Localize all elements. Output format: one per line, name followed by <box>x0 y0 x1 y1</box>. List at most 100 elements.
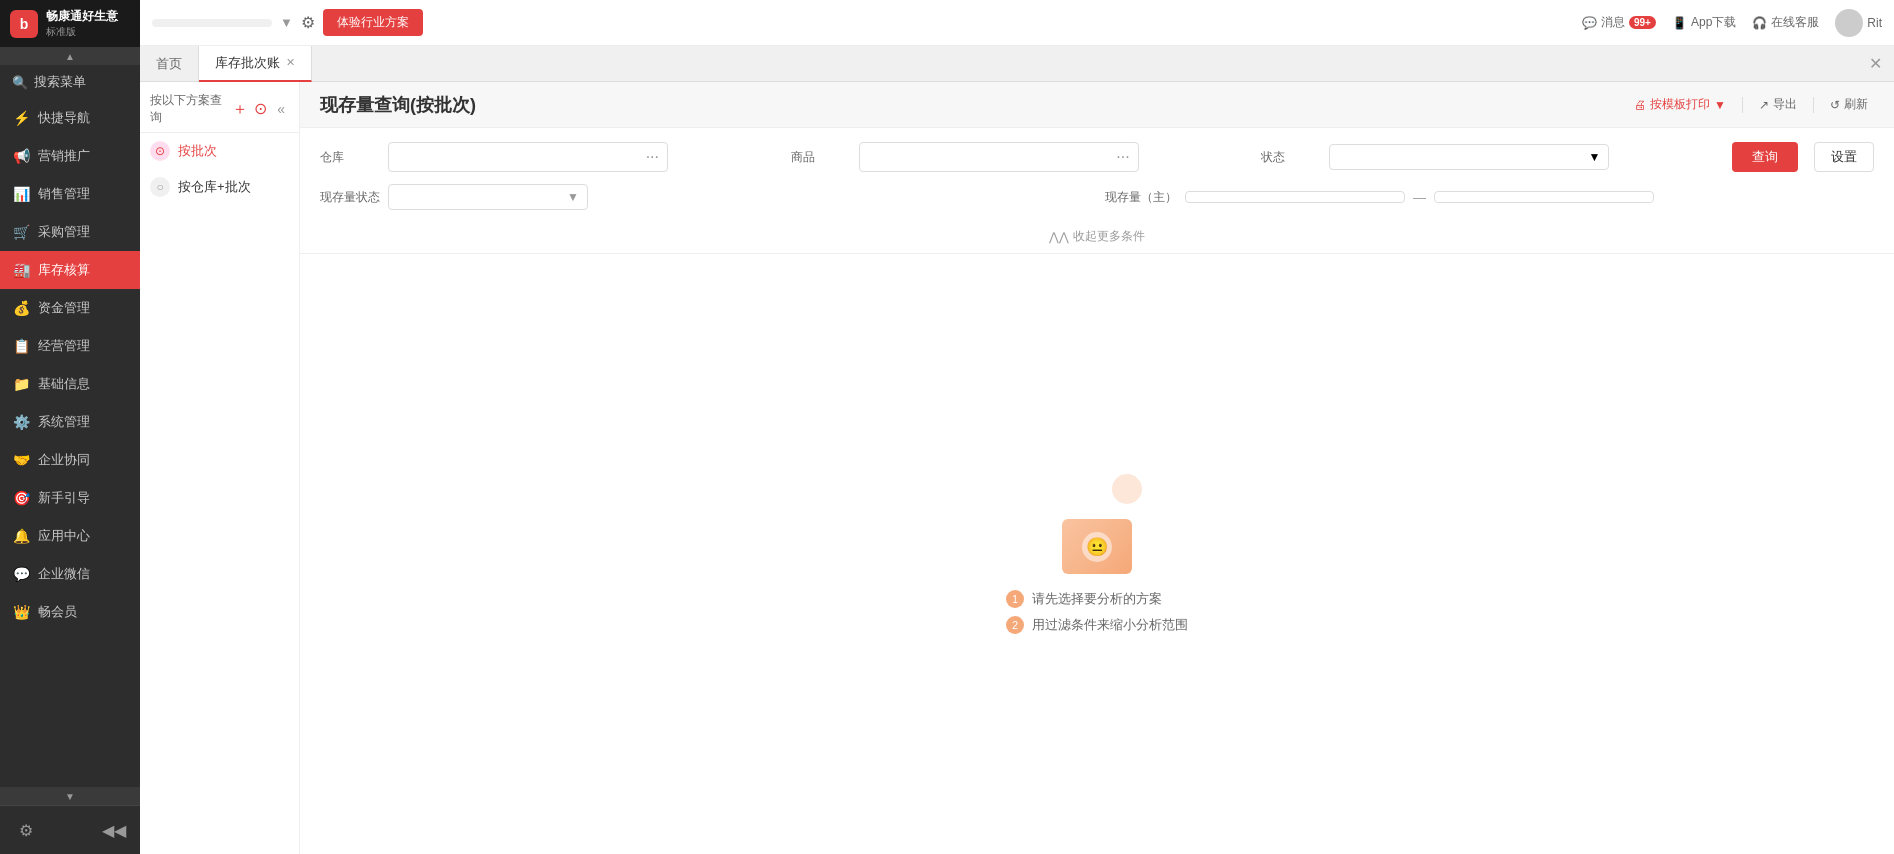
collapse-scheme-button[interactable]: « <box>273 97 289 121</box>
filter-group-product: 商品 ··· <box>791 142 1246 172</box>
sidebar-title-block: 畅康通好生意 标准版 <box>46 8 118 39</box>
sidebar-item-应用中心[interactable]: 🔔 应用中心 <box>0 517 140 555</box>
sidebar-item-资金管理[interactable]: 💰 资金管理 <box>0 289 140 327</box>
nav-icon-11: 🔔 <box>12 527 30 545</box>
empty-box: 😐 <box>1062 519 1132 574</box>
sidebar-item-库存核算[interactable]: 🏭 库存核算 <box>0 251 140 289</box>
nav-icon-10: 🎯 <box>12 489 30 507</box>
search-icon: 🔍 <box>12 75 28 90</box>
collapse-filter-button[interactable]: ⋀⋀ 收起更多条件 <box>320 222 1874 253</box>
warehouse-input[interactable]: ··· <box>388 142 668 172</box>
tab-inventory-batch-label: 库存批次账 <box>215 54 280 72</box>
scheme-item-warehouse-batch[interactable]: ○ 按仓库+批次 <box>140 169 299 205</box>
sidebar-search[interactable]: 🔍 搜索菜单 <box>0 65 140 99</box>
app-download-button[interactable]: 📱 App下载 <box>1672 14 1736 31</box>
print-dropdown-icon[interactable]: ▼ <box>1714 98 1726 112</box>
nav-label-12: 企业微信 <box>38 565 90 583</box>
scheme-header-title: 按以下方案查询 <box>150 92 226 126</box>
print-button[interactable]: 🖨 按模板打印 ▼ <box>1628 92 1732 117</box>
warehouse-more-icon[interactable]: ··· <box>646 148 659 166</box>
topbar-gear-icon[interactable]: ⚙ <box>301 13 315 32</box>
refresh-label: 刷新 <box>1844 96 1868 113</box>
nav-label-6: 经营管理 <box>38 337 90 355</box>
product-more-icon[interactable]: ··· <box>1116 148 1129 166</box>
online-service-label: 在线客服 <box>1771 14 1819 31</box>
sidebar-item-销售管理[interactable]: 📊 销售管理 <box>0 175 140 213</box>
nav-label-8: 系统管理 <box>38 413 90 431</box>
scheme-item-batch[interactable]: ⊙ 按批次 <box>140 133 299 169</box>
messages-label: 消息 <box>1601 14 1625 31</box>
tab-bar: 首页 库存批次账 ✕ ✕ <box>140 46 1894 82</box>
sidebar-item-企业协同[interactable]: 🤝 企业协同 <box>0 441 140 479</box>
sidebar-item-基础信息[interactable]: 📁 基础信息 <box>0 365 140 403</box>
sidebar-item-快捷导航[interactable]: ⚡ 快捷导航 <box>0 99 140 137</box>
scheme-settings-icon[interactable]: ⊙ <box>254 101 267 117</box>
settings-icon[interactable]: ⚙ <box>12 816 40 844</box>
scheme-header: 按以下方案查询 ＋ ⊙ « <box>140 82 299 133</box>
nav-icon-8: ⚙️ <box>12 413 30 431</box>
query-button[interactable]: 查询 <box>1732 142 1798 172</box>
print-icon: 🖨 <box>1634 98 1646 112</box>
product-input[interactable]: ··· <box>859 142 1139 172</box>
qty-dash: — <box>1413 190 1426 205</box>
user-avatar[interactable]: Rit <box>1835 9 1882 37</box>
sidebar-scroll-up[interactable]: ▲ <box>0 47 140 65</box>
content-area: 按以下方案查询 ＋ ⊙ « ⊙ 按批次 ○ 按仓库+批次 现存量查询(按批次) <box>140 82 1894 854</box>
refresh-icon: ↺ <box>1830 98 1840 112</box>
top-search-box[interactable] <box>152 19 272 27</box>
inventory-status-dropdown-icon[interactable]: ▼ <box>567 190 579 204</box>
tab-home-label: 首页 <box>156 55 182 73</box>
inventory-qty-min[interactable] <box>1185 191 1405 203</box>
print-label: 按模板打印 <box>1650 96 1710 113</box>
nav-label-2: 销售管理 <box>38 185 90 203</box>
message-icon: 💬 <box>1582 16 1597 30</box>
status-filter-label: 状态 <box>1261 149 1321 166</box>
sidebar-item-经营管理[interactable]: 📋 经营管理 <box>0 327 140 365</box>
tab-home[interactable]: 首页 <box>140 46 199 82</box>
empty-tips: 1 请先选择要分析的方案 2 用过滤条件来缩小分析范围 <box>1006 590 1188 634</box>
collapse-up-icon: ⋀⋀ <box>1049 230 1069 244</box>
tip-num-2: 2 <box>1006 616 1024 634</box>
online-service-button[interactable]: 🎧 在线客服 <box>1752 14 1819 31</box>
scheme-icon-batch: ⊙ <box>150 141 170 161</box>
sidebar-item-新手引导[interactable]: 🎯 新手引导 <box>0 479 140 517</box>
collapse-sidebar-icon[interactable]: ◀◀ <box>100 816 128 844</box>
headset-icon: 🎧 <box>1752 16 1767 30</box>
sidebar-item-企业微信[interactable]: 💬 企业微信 <box>0 555 140 593</box>
sidebar-item-系统管理[interactable]: ⚙️ 系统管理 <box>0 403 140 441</box>
status-dropdown-icon[interactable]: ▼ <box>1588 150 1600 164</box>
nav-label-9: 企业协同 <box>38 451 90 469</box>
nav-label-13: 畅会员 <box>38 603 77 621</box>
tab-close-icon[interactable]: ✕ <box>286 56 295 69</box>
messages-button[interactable]: 💬 消息 99+ <box>1582 14 1656 31</box>
export-button[interactable]: ↗ 导出 <box>1753 92 1803 117</box>
empty-tip-2: 2 用过滤条件来缩小分析范围 <box>1006 616 1188 634</box>
sidebar-scroll-down[interactable]: ▼ <box>0 787 140 805</box>
nav-icon-3: 🛒 <box>12 223 30 241</box>
avatar-img <box>1835 9 1863 37</box>
trial-button[interactable]: 体验行业方案 <box>323 9 423 36</box>
topbar-dropdown-icon[interactable]: ▼ <box>280 15 293 30</box>
warehouse-filter-label: 仓库 <box>320 149 380 166</box>
settings-button[interactable]: 设置 <box>1814 142 1874 172</box>
inventory-status-select[interactable]: ▼ <box>388 184 588 210</box>
scheme-item-batch-label: 按批次 <box>178 142 217 160</box>
topbar-left: ▼ ⚙ 体验行业方案 <box>152 9 1574 36</box>
refresh-button[interactable]: ↺ 刷新 <box>1824 92 1874 117</box>
inventory-qty-max[interactable] <box>1434 191 1654 203</box>
tab-inventory-batch[interactable]: 库存批次账 ✕ <box>199 46 312 82</box>
main-panel: 现存量查询(按批次) 🖨 按模板打印 ▼ ↗ 导出 ↺ 刷 <box>300 82 1894 854</box>
main-area: ▼ ⚙ 体验行业方案 💬 消息 99+ 📱 App下载 🎧 在线客服 Rit <box>140 0 1894 854</box>
add-scheme-button[interactable]: ＋ <box>232 101 248 117</box>
sidebar-item-畅会员[interactable]: 👑 畅会员 <box>0 593 140 631</box>
scheme-panel: 按以下方案查询 ＋ ⊙ « ⊙ 按批次 ○ 按仓库+批次 <box>140 82 300 854</box>
nav-icon-4: 🏭 <box>12 261 30 279</box>
sidebar-item-营销推广[interactable]: 📢 营销推广 <box>0 137 140 175</box>
nav-label-11: 应用中心 <box>38 527 90 545</box>
tab-close-all-icon[interactable]: ✕ <box>1869 54 1882 73</box>
status-select[interactable]: ▼ <box>1329 144 1609 170</box>
nav-icon-2: 📊 <box>12 185 30 203</box>
empty-tip-1: 1 请先选择要分析的方案 <box>1006 590 1188 608</box>
empty-illustration: 😐 <box>1047 474 1147 574</box>
sidebar-item-采购管理[interactable]: 🛒 采购管理 <box>0 213 140 251</box>
